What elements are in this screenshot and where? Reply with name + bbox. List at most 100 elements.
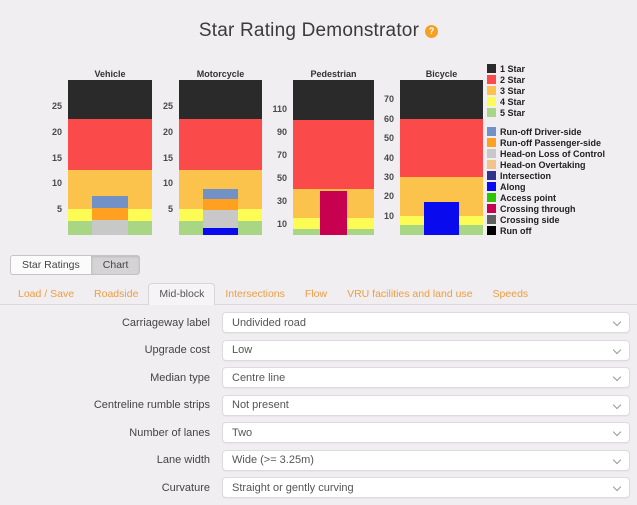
- legend-swatch: [487, 215, 496, 224]
- crash-bar-segment-run-off-driver-side: [203, 188, 238, 199]
- legend-label: Head-on Loss of Control: [500, 148, 605, 159]
- y-tick-label: 90: [276, 126, 287, 137]
- nav-tab-intersections[interactable]: Intersections: [215, 283, 295, 305]
- select-lane-width[interactable]: Wide (>= 3.25m): [222, 449, 630, 471]
- nav-tab-roadside[interactable]: Roadside: [84, 283, 148, 305]
- legend-label: Along: [500, 181, 526, 192]
- legend-swatch: [487, 108, 496, 117]
- star-band-1-star: [179, 80, 262, 119]
- legend-swatch: [487, 86, 496, 95]
- chart-vehicle: [68, 80, 152, 235]
- y-tick-label: 25: [162, 100, 173, 111]
- select-median-type[interactable]: Centre line: [222, 367, 630, 388]
- form-label-number-of-lanes: Number of lanes: [129, 426, 210, 439]
- form-row-number-of-lanes: Number of lanes Two: [0, 422, 637, 443]
- legend-label: Intersection: [500, 170, 552, 181]
- legend-swatch: [487, 226, 496, 235]
- y-tick-label: 110: [272, 103, 287, 114]
- form-label-centreline-rumble-strips: Centreline rumble strips: [93, 399, 210, 411]
- legend-item-run-off-passenger-side: Run-off Passenger-side: [487, 137, 605, 148]
- legend-gap: [487, 118, 605, 126]
- select-value: Straight or gently curving: [232, 481, 354, 494]
- legend-item-1-star: 1 Star: [487, 63, 605, 74]
- y-tick-label: 60: [383, 113, 394, 124]
- star-band-1-star: [293, 80, 374, 121]
- form-label-median-type: Median type: [150, 371, 210, 384]
- select-value: Not present: [232, 399, 289, 411]
- y-tick-label: 20: [51, 126, 62, 137]
- legend-item-3-star: 3 Star: [487, 85, 605, 96]
- select-carriageway-label[interactable]: Undivided road: [222, 312, 630, 333]
- select-upgrade-cost[interactable]: Low: [222, 339, 630, 361]
- y-tick-label: 10: [383, 210, 394, 221]
- legend-swatch: [487, 160, 496, 169]
- crash-bar-segment-along: [423, 202, 460, 235]
- nav-tab-mid-block[interactable]: Mid-block: [148, 283, 216, 305]
- legend-label: Head-on Overtaking: [500, 159, 586, 170]
- chart-pedestrian: [293, 80, 374, 235]
- form-row-upgrade-cost: Upgrade cost Low: [0, 339, 637, 361]
- form-row-curvature: Curvature Straight or gently curving: [0, 477, 637, 498]
- star-band-2-star: [400, 118, 483, 177]
- legend-item-5-star: 5 Star: [487, 107, 605, 118]
- nav-tab-speeds[interactable]: Speeds: [483, 283, 539, 305]
- legend-swatch: [487, 75, 496, 84]
- legend-item-head-on-overtaking: Head-on Overtaking: [487, 159, 605, 170]
- legend-label: Access point: [500, 192, 557, 203]
- nav-tab-load-save[interactable]: Load / Save: [8, 283, 84, 305]
- crash-bar-segment-run-off-passenger-side: [92, 207, 128, 220]
- select-centreline-rumble-strips[interactable]: Not present: [222, 394, 630, 416]
- legend-item-access-point: Access point: [487, 192, 605, 203]
- form-row-carriageway-label: Carriageway label Undivided road: [0, 312, 637, 333]
- chevron-down-icon: [612, 427, 622, 437]
- select-curvature[interactable]: Straight or gently curving: [222, 477, 630, 498]
- y-tick-label: 30: [383, 171, 394, 182]
- y-tick-label: 50: [383, 133, 394, 144]
- legend-item-crossing-through: Crossing through: [487, 203, 605, 214]
- y-tick-label: 30: [276, 195, 287, 206]
- legend-label: 2 Star: [500, 74, 526, 85]
- page: { "header": { "title": "Star Rating Demo…: [0, 0, 637, 498]
- star-band-1-star: [400, 80, 483, 119]
- nav-tab-vru-facilities-and-land-use[interactable]: VRU facilities and land use: [337, 283, 482, 305]
- chevron-down-icon: [612, 372, 622, 382]
- legend-label: 1 Star: [500, 63, 526, 74]
- legend-swatch: [487, 204, 496, 213]
- y-tick-label: 50: [276, 172, 287, 183]
- star-band-2-star: [293, 120, 374, 190]
- crash-bar-segment-along: [203, 227, 238, 235]
- chevron-down-icon: [612, 345, 622, 354]
- form-row-median-type: Median type Centre line: [0, 367, 637, 388]
- select-number-of-lanes[interactable]: Two: [222, 422, 630, 443]
- legend-item-along: Along: [487, 181, 605, 192]
- form-label-upgrade-cost: Upgrade cost: [144, 344, 210, 356]
- y-tick-label: 15: [162, 152, 173, 163]
- chart-title-bicycle: Bicycle: [425, 69, 458, 79]
- form-label-curvature: Curvature: [161, 481, 210, 494]
- nav-tab-flow[interactable]: Flow: [295, 283, 337, 305]
- y-tick-label: 20: [162, 126, 173, 137]
- y-tick-label: 70: [276, 149, 287, 160]
- legend-swatch: [487, 149, 496, 158]
- legend-item-intersection: Intersection: [487, 170, 605, 181]
- form-row-centreline-rumble-strips: Centreline rumble strips Not present: [0, 394, 637, 416]
- y-tick-label: 70: [383, 94, 394, 105]
- y-tick-label: 15: [51, 152, 62, 163]
- legend-label: 4 Star: [500, 96, 526, 107]
- select-value: Wide (>= 3.25m): [232, 454, 314, 466]
- legend-label: Crossing side: [500, 214, 560, 225]
- chart-title-motorcycle: Motorcycle: [196, 69, 245, 79]
- chart-legend: 1 Star 2 Star 3 Star 4 Star 5 Star Run-off Dr…: [487, 63, 605, 236]
- crash-bar-segment-head-on-loss-of-control: [92, 219, 128, 235]
- y-tick-label: 5: [56, 204, 62, 215]
- select-value: Undivided road: [232, 316, 306, 329]
- select-value: Two: [232, 426, 253, 439]
- form-label-carriageway-label: Carriageway label: [121, 316, 210, 329]
- chevron-down-icon: [612, 400, 622, 409]
- legend-item-head-on-loss-of-control: Head-on Loss of Control: [487, 148, 605, 159]
- chart-button[interactable]: Chart: [90, 255, 141, 275]
- chart-bicycle: [400, 80, 483, 235]
- help-icon[interactable]: ?: [425, 24, 439, 38]
- view-toggle: Star Ratings Chart: [10, 255, 141, 275]
- star-ratings-button[interactable]: Star Ratings: [10, 255, 91, 275]
